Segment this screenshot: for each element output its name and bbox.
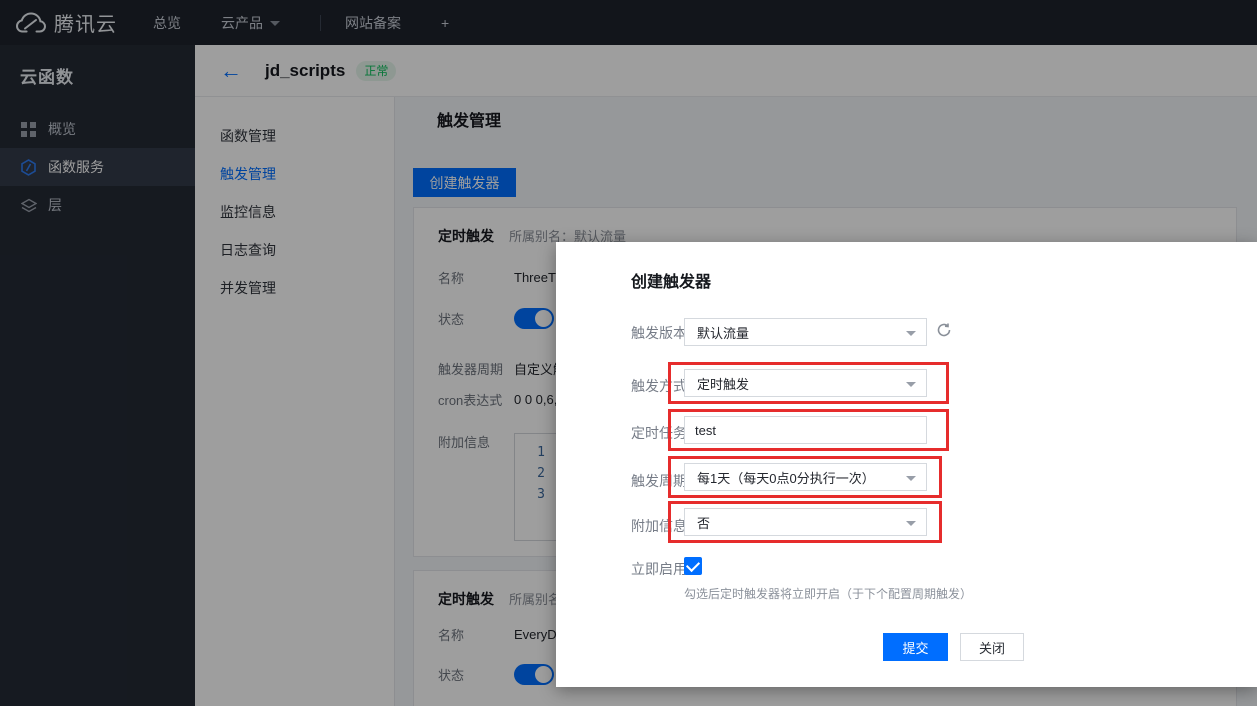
selected-value: 否 [697,513,710,532]
trigger-version-select[interactable]: 默认流量 [684,318,927,346]
modal-title: 创建触发器 [631,268,711,292]
trigger-version-label: 触发版本 [631,323,687,343]
label-text: 立即启用 [631,559,687,579]
label-text: 触发周期 [631,471,687,491]
close-button[interactable]: 关闭 [960,633,1024,661]
chevron-down-icon [906,476,916,481]
selected-value: 默认流量 [697,323,749,342]
chevron-down-icon [906,331,916,336]
enable-now-label: 立即启用 [631,559,687,579]
create-trigger-modal: 创建触发器 触发版本 默认流量 触发方式 定时触发 定时任务名称i* [556,242,1257,687]
trigger-type-select[interactable]: 定时触发 [684,369,927,397]
submit-button[interactable]: 提交 [883,633,948,661]
screen: 腾讯云 总览 云产品 网站备案 + 云函数 概览 函数服务 [0,0,1257,706]
trigger-cycle-select[interactable]: 每1天（每天0点0分执行一次） [684,463,927,491]
chevron-down-icon [906,521,916,526]
extra-info-select[interactable]: 否 [684,508,927,536]
selected-value: 每1天（每天0点0分执行一次） [697,468,875,487]
trigger-type-label: 触发方式 [631,376,687,396]
label-text: 附加信息 [631,516,687,536]
timer-task-name-input[interactable] [684,416,927,444]
refresh-icon[interactable] [936,322,952,343]
selected-value: 定时触发 [697,374,749,393]
enable-now-checkbox-checked[interactable] [684,557,702,575]
chevron-down-icon [906,382,916,387]
label-text: 触发版本 [631,323,687,343]
enable-now-hint: 勾选后定时触发器将立即开启（于下个配置周期触发） [684,585,972,602]
label-text: 触发方式 [631,376,687,396]
